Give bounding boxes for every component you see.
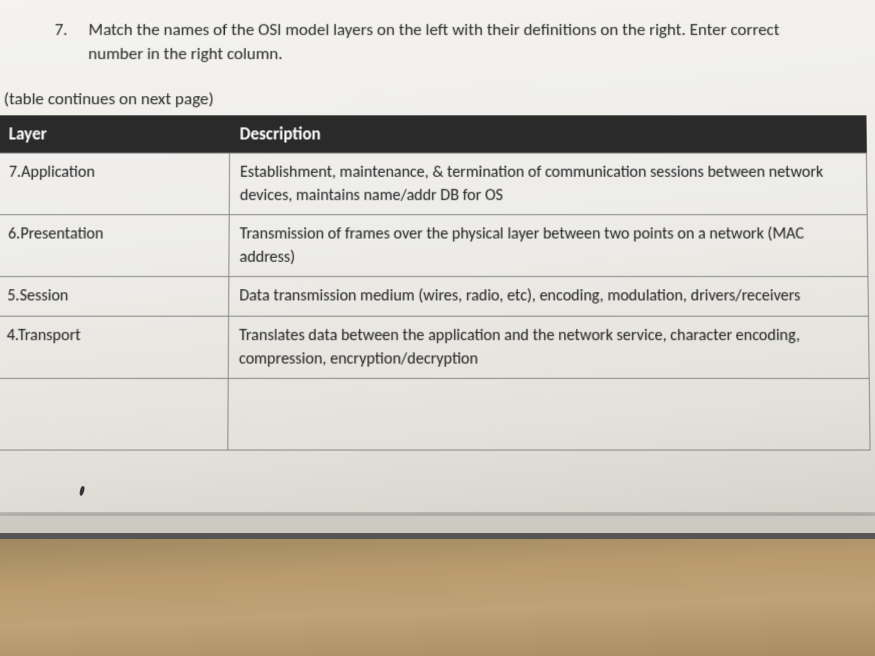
description-cell: Translates data between the application … [228, 316, 869, 379]
description-cell: Transmission of frames over the physical… [229, 215, 868, 277]
question-number: 7. [55, 18, 85, 42]
layer-cell: 5.Session [0, 277, 229, 316]
osi-table: Layer Description 7.Application Establis… [0, 115, 871, 451]
header-description: Description [230, 115, 867, 153]
table-row: 7.Application Establishment, maintenance… [0, 153, 867, 215]
question-block: 7. Match the names of the OSI model laye… [0, 18, 875, 66]
desk-surface [0, 536, 875, 656]
question-text: Match the names of the OSI model layers … [88, 18, 814, 66]
layer-cell: 7.Application [0, 153, 230, 215]
table-row: 6.Presentation Transmission of frames ov… [0, 215, 868, 277]
worksheet-paper: 7. Match the names of the OSI model laye… [0, 0, 875, 512]
layer-cell: 6.Presentation [0, 215, 229, 277]
empty-cell [0, 378, 228, 450]
table-header-row: Layer Description [0, 115, 866, 153]
layer-cell: 4.Transport [0, 316, 229, 379]
description-cell: Data transmission medium (wires, radio, … [229, 277, 869, 316]
table-row: 4.Transport Translates data between the … [0, 316, 869, 379]
header-layer: Layer [0, 115, 230, 153]
continuation-note: (table continues on next page) [0, 88, 875, 109]
osi-table-wrap: Layer Description 7.Application Establis… [0, 115, 875, 451]
table-empty-row [0, 378, 870, 450]
empty-cell [228, 378, 870, 450]
description-cell: Establishment, maintenance, & terminatio… [229, 153, 867, 215]
table-row: 5.Session Data transmission medium (wire… [0, 277, 868, 316]
